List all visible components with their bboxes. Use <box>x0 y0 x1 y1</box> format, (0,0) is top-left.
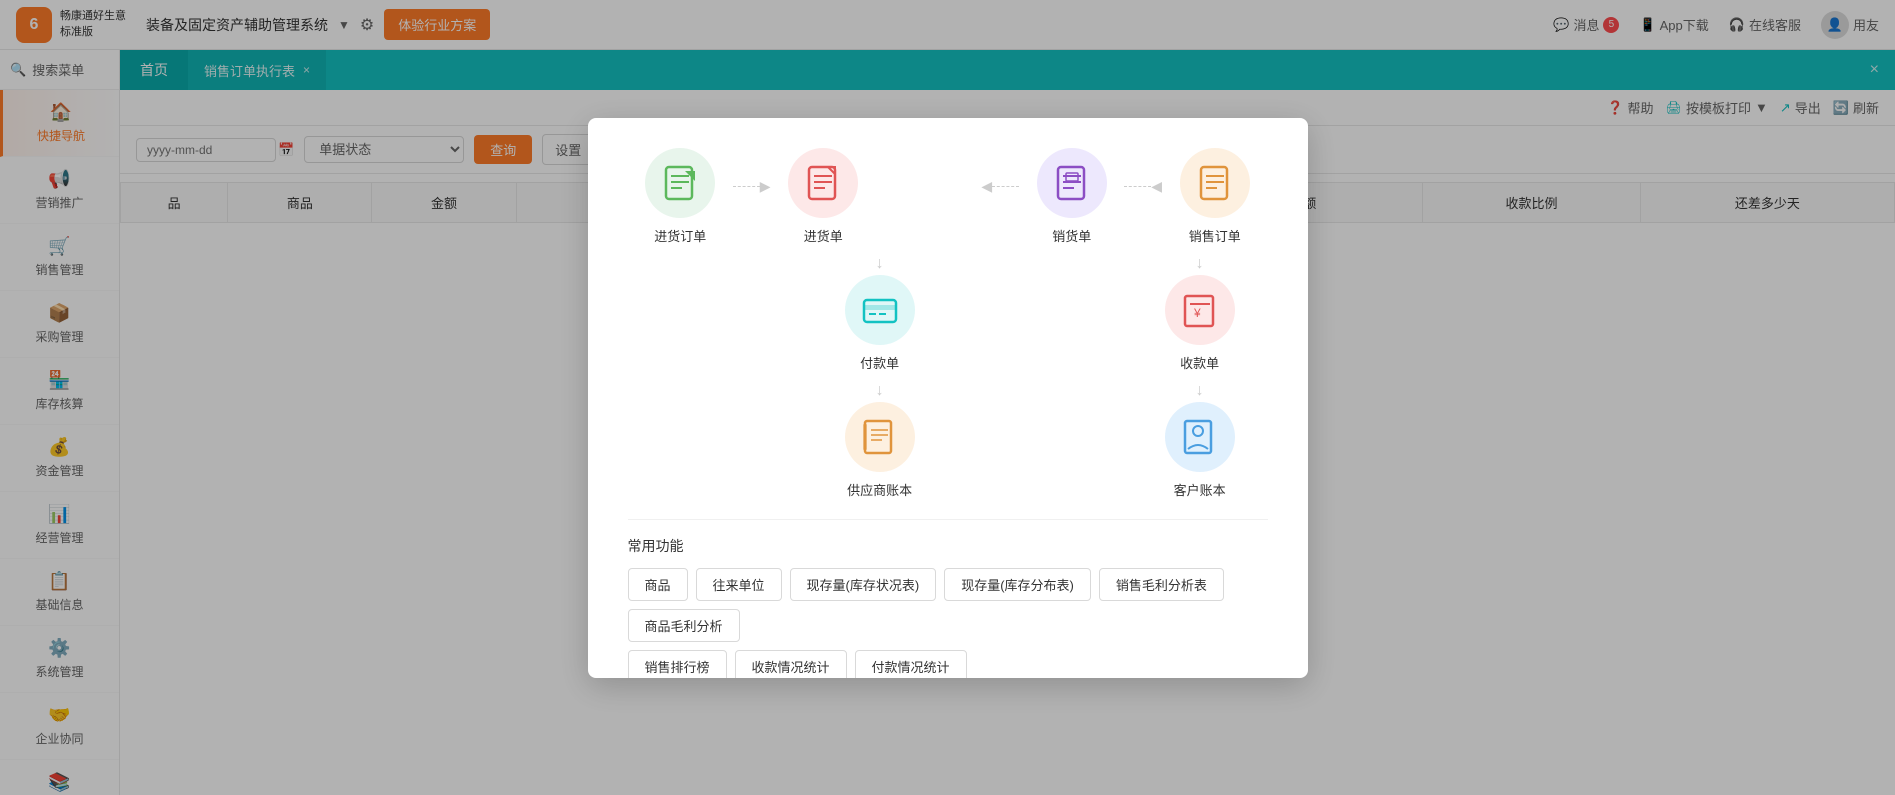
flow-node-purchase-order[interactable]: 进货订单 <box>628 148 733 245</box>
sales-bill-circle <box>1037 148 1107 218</box>
btn-stock-status[interactable]: 现存量(库存状况表) <box>790 568 937 601</box>
purchase-bill-label: 进货单 <box>804 226 843 245</box>
down-arrow-receipt: ↓ <box>1196 255 1204 275</box>
common-functions-title: 常用功能 <box>628 536 1268 556</box>
content-area: 首页 销售订单执行表 × × ❓ 帮助 🖨 按模板打印 ▼ <box>120 50 1895 795</box>
supplier-ledger-circle <box>845 402 915 472</box>
flow-col-supplier: ↓ 供应商账本 <box>812 382 948 499</box>
flow-col-customer: ↓ 客户账本 <box>1132 382 1268 499</box>
customer-ledger-circle <box>1165 402 1235 472</box>
sales-order-label: 销售订单 <box>1189 226 1241 245</box>
flow-row-2: ↓ 供应商账本 ↓ <box>628 382 1268 499</box>
flow-row-1: ↓ 付款单 ↓ <box>628 255 1268 372</box>
flow-col-payment: ↓ 付款单 <box>812 255 948 372</box>
payment-label: 付款单 <box>860 353 899 372</box>
modal-overlay: 进货订单 ▶ 进货单 <box>120 50 1895 795</box>
sales-order-circle <box>1180 148 1250 218</box>
flow-arrow-right-1: ◀ <box>1124 178 1162 215</box>
flow-arrow-left-0: ◀ <box>981 178 1019 215</box>
quick-nav-modal: 进货订单 ▶ 进货单 <box>588 118 1308 678</box>
btn-product[interactable]: 商品 <box>628 568 688 601</box>
sales-bill-label: 销货单 <box>1052 226 1091 245</box>
common-btns-row2: 销售排行榜 收款情况统计 付款情况统计 <box>628 650 1268 678</box>
flow-node-sales-bill[interactable]: 销货单 <box>1019 148 1124 245</box>
flow-node-sales-order[interactable]: 销售订单 <box>1162 148 1267 245</box>
flow-node-payment[interactable]: 付款单 <box>845 275 915 372</box>
purchase-order-label: 进货订单 <box>654 226 706 245</box>
supplier-ledger-label: 供应商账本 <box>847 480 912 499</box>
btn-sales-margin[interactable]: 销售毛利分析表 <box>1099 568 1224 601</box>
flow-node-customer-ledger[interactable]: 客户账本 <box>1165 402 1235 499</box>
receipt-label: 收款单 <box>1180 353 1219 372</box>
common-functions-section: 常用功能 商品 往来单位 现存量(库存状况表) 现存量(库存分布表) 销售毛利分… <box>628 519 1268 678</box>
svg-text:¥: ¥ <box>1193 306 1201 320</box>
purchase-bill-circle <box>788 148 858 218</box>
payment-circle <box>845 275 915 345</box>
customer-ledger-label: 客户账本 <box>1174 480 1226 499</box>
flow-node-receipt[interactable]: ¥ 收款单 <box>1165 275 1235 372</box>
flow-row-0: 进货订单 ▶ 进货单 <box>628 148 1268 245</box>
btn-payment-stats[interactable]: 付款情况统计 <box>855 650 967 678</box>
btn-stock-dist[interactable]: 现存量(库存分布表) <box>944 568 1091 601</box>
btn-product-margin[interactable]: 商品毛利分析 <box>628 609 740 642</box>
main-layout: 🔍 搜索菜单 🏠 快捷导航 📢 营销推广 🛒 销售管理 📦 采购管理 🏪 库存核… <box>0 50 1895 795</box>
flow-col-receipt: ↓ ¥ 收款单 <box>1132 255 1268 372</box>
purchase-order-circle <box>645 148 715 218</box>
flow-node-purchase-bill[interactable]: 进货单 <box>771 148 876 245</box>
btn-counterparty[interactable]: 往来单位 <box>696 568 782 601</box>
down-arrow-payment: ↓ <box>876 255 884 275</box>
btn-sales-ranking[interactable]: 销售排行榜 <box>628 650 727 678</box>
receipt-circle: ¥ <box>1165 275 1235 345</box>
modal-body: 进货订单 ▶ 进货单 <box>588 118 1308 678</box>
btn-receipt-stats[interactable]: 收款情况统计 <box>735 650 847 678</box>
common-btns-row1: 商品 往来单位 现存量(库存状况表) 现存量(库存分布表) 销售毛利分析表 商品… <box>628 568 1268 642</box>
flow-arrow-right-0: ▶ <box>733 178 771 215</box>
flow-node-supplier-ledger[interactable]: 供应商账本 <box>845 402 915 499</box>
